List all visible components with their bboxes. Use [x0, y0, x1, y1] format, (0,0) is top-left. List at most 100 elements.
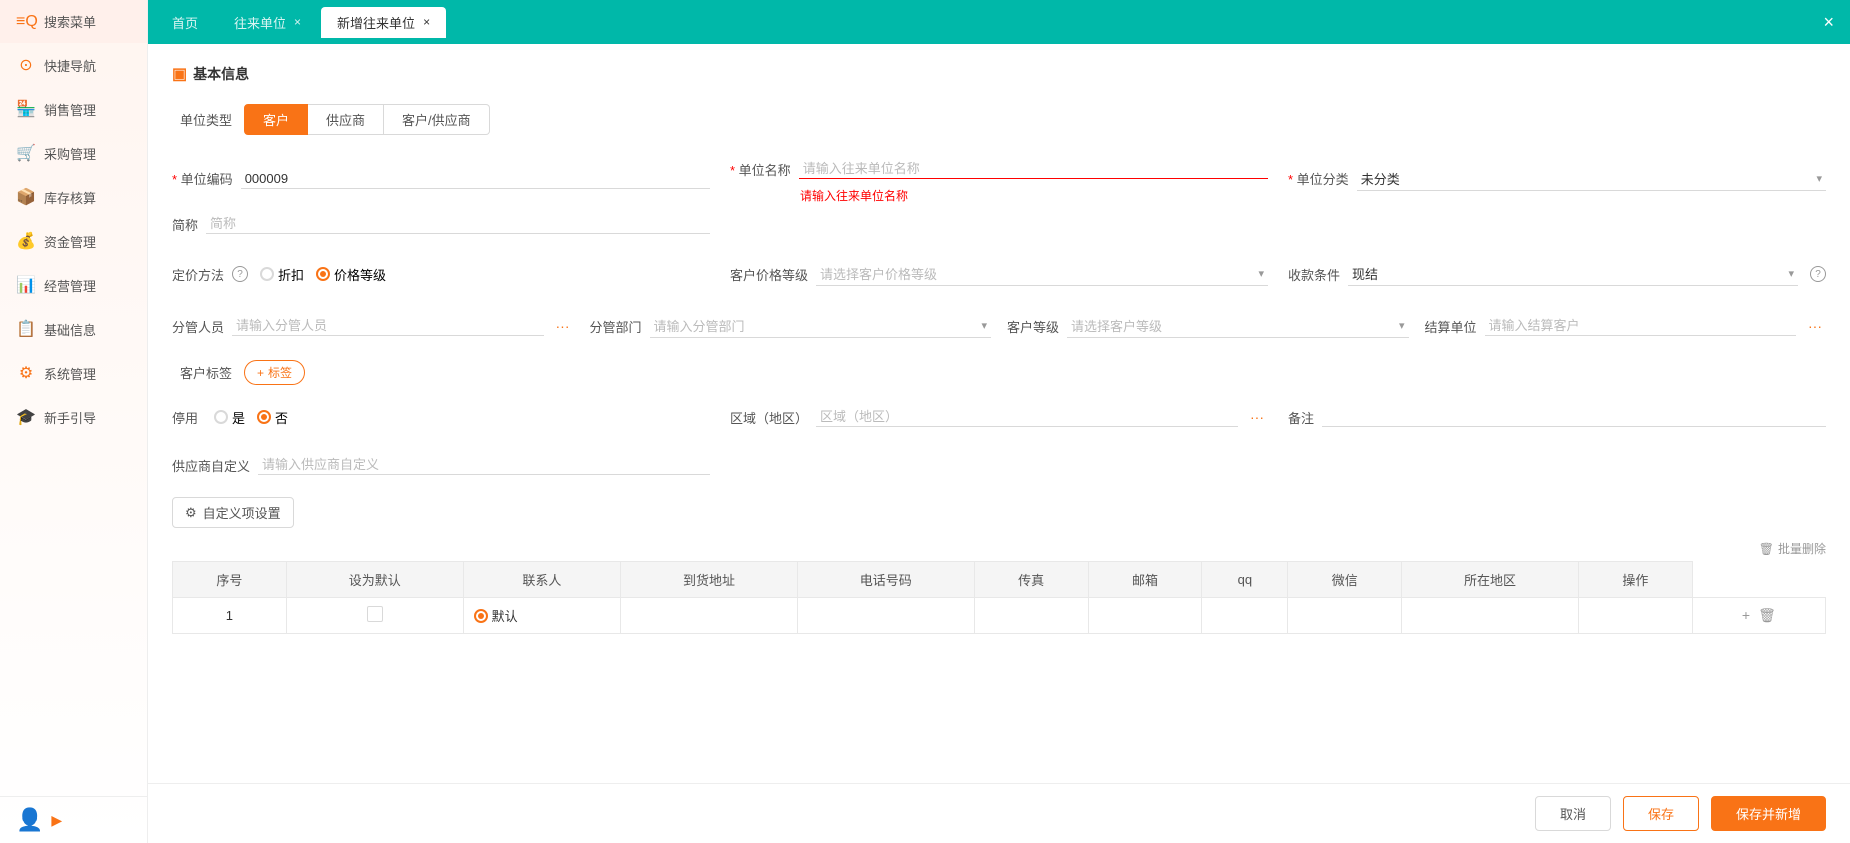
region-input[interactable] — [820, 409, 1234, 424]
disabled-yes-option[interactable]: 是 — [214, 408, 245, 427]
pricing-discount-label: 折扣 — [278, 265, 304, 284]
row-delete-icon[interactable]: 🗑 — [1758, 607, 1776, 624]
department-select[interactable]: 请输入分管部门 ▾ — [650, 314, 991, 338]
unit-code-input[interactable] — [245, 171, 706, 186]
payment-terms-help-icon[interactable]: ? — [1810, 266, 1826, 282]
pricing-pricelevel-option[interactable]: 价格等级 — [316, 265, 386, 284]
tab-partner-list-close[interactable]: × — [294, 15, 301, 29]
row-fax-cell[interactable] — [1088, 598, 1202, 634]
disabled-no-label: 否 — [275, 408, 288, 427]
payment-terms-select[interactable]: 现结 ▾ — [1348, 262, 1798, 286]
col-default: 设为默认 — [286, 562, 463, 598]
unit-name-input[interactable] — [803, 161, 1264, 176]
sidebar-item-sys-mgmt[interactable]: ⚙ 系统管理 — [0, 351, 147, 395]
row-add-icon[interactable]: + — [1742, 607, 1750, 624]
sidebar-item-purchase-mgmt[interactable]: 🛒 采购管理 — [0, 131, 147, 175]
sidebar-item-label: 库存核算 — [44, 188, 96, 207]
form-content: ▣ 基本信息 单位类型 客户 供应商 客户/供应商 单位编码 — [148, 44, 1850, 783]
customer-price-level-field: 客户价格等级 请选择客户价格等级 ▾ — [730, 256, 1268, 292]
base-info-icon: 📋 — [16, 319, 36, 339]
sidebar-item-search-menu[interactable]: ≡Q 搜索菜单 — [0, 0, 147, 43]
col-action: 操作 — [1578, 562, 1692, 598]
row-checkbox[interactable] — [367, 606, 383, 622]
row-default-radio — [474, 609, 488, 623]
department-chevron-icon: ▾ — [981, 319, 987, 332]
sidebar-item-ops-mgmt[interactable]: 📊 经营管理 — [0, 263, 147, 307]
pricing-pricelevel-label: 价格等级 — [334, 265, 386, 284]
sidebar-item-quick-nav[interactable]: ⊙ 快捷导航 — [0, 43, 147, 87]
row-address-cell[interactable] — [797, 598, 974, 634]
settlement-unit-input[interactable] — [1489, 318, 1792, 333]
manager-dots-btn[interactable]: ··· — [552, 318, 574, 334]
tab-bar: 首页 往来单位 × 新增往来单位 × × — [148, 0, 1850, 44]
tab-new-partner-close[interactable]: × — [423, 15, 430, 29]
ops-icon: 📊 — [16, 275, 36, 295]
row-supplier-custom: 供应商自定义 — [172, 449, 1826, 481]
customer-level-field: 客户等级 请选择客户等级 ▾ — [1007, 308, 1409, 344]
gear-icon: ⚙ — [185, 505, 197, 521]
sidebar-item-beginner-guide[interactable]: 🎓 新手引导 — [0, 395, 147, 439]
unit-code-value-wrapper — [241, 169, 710, 189]
search-icon: ≡Q — [16, 13, 36, 31]
add-tag-button[interactable]: + 标签 — [244, 360, 305, 385]
close-all-tabs-button[interactable]: × — [1815, 8, 1842, 37]
unit-type-customer-btn[interactable]: 客户 — [244, 104, 308, 135]
row-default-radio-item[interactable]: 默认 — [474, 606, 610, 625]
disabled-yes-radio — [214, 410, 228, 424]
row-shortname: 简称 — [172, 208, 1826, 240]
purchase-icon: 🛒 — [16, 143, 36, 163]
region-dots-btn[interactable]: ··· — [1246, 409, 1268, 425]
save-new-button[interactable]: 保存并新增 — [1711, 796, 1826, 831]
remark-input[interactable] — [1326, 409, 1822, 424]
unit-type-supplier-btn[interactable]: 供应商 — [308, 104, 384, 135]
pricing-help-icon[interactable]: ? — [232, 266, 248, 282]
manager-input[interactable] — [236, 318, 539, 333]
section-basic-info: ▣ 基本信息 — [172, 64, 1826, 84]
tab-partner-list[interactable]: 往来单位 × — [218, 7, 317, 38]
sidebar-item-inventory[interactable]: 📦 库存核算 — [0, 175, 147, 219]
pricing-discount-option[interactable]: 折扣 — [260, 265, 304, 284]
row-email-cell[interactable] — [1202, 598, 1288, 634]
short-name-input[interactable] — [210, 216, 706, 231]
region-label: 区域（地区） — [730, 408, 808, 427]
unit-name-field: 单位名称 — [730, 153, 1268, 185]
sidebar-item-sales-mgmt[interactable]: 🏪 销售管理 — [0, 87, 147, 131]
finance-icon: 💰 — [16, 231, 36, 251]
customer-price-level-label: 客户价格等级 — [730, 265, 808, 284]
manager-label: 分管人员 — [172, 317, 224, 336]
save-button[interactable]: 保存 — [1623, 796, 1699, 831]
row-contact-cell[interactable] — [621, 598, 798, 634]
row-region-cell[interactable] — [1578, 598, 1692, 634]
col-qq: qq — [1202, 562, 1288, 598]
tab-new-partner-label: 新增往来单位 — [337, 13, 415, 32]
pricing-discount-radio — [260, 267, 274, 281]
customer-level-select[interactable]: 请选择客户等级 ▾ — [1067, 314, 1408, 338]
unit-type-both-btn[interactable]: 客户/供应商 — [384, 104, 490, 135]
row-qq-cell[interactable] — [1288, 598, 1402, 634]
sidebar-item-finance-mgmt[interactable]: 💰 资金管理 — [0, 219, 147, 263]
cancel-button[interactable]: 取消 — [1535, 796, 1611, 831]
settlement-unit-dots-btn[interactable]: ··· — [1804, 318, 1826, 334]
unit-category-select[interactable]: 未分类 ▾ — [1357, 167, 1826, 191]
row-phone-cell[interactable] — [974, 598, 1088, 634]
unit-name-field-wrapper: 单位名称 请输入往来单位名称 — [730, 153, 1268, 204]
pricing-method-field: 定价方法 ? 折扣 价格等级 — [172, 256, 710, 292]
customize-settings-button[interactable]: ⚙ 自定义项设置 — [172, 497, 294, 528]
table-header-row: 序号 设为默认 联系人 到货地址 电话号码 传真 邮箱 qq 微信 所在地区 操… — [173, 562, 1826, 598]
customer-price-level-select[interactable]: 请选择客户价格等级 ▾ — [816, 262, 1268, 286]
department-placeholder: 请输入分管部门 — [654, 316, 982, 335]
row-customer-tag: 客户标签 + 标签 — [172, 360, 1826, 385]
row-action-cell: + 🗑 — [1692, 598, 1825, 634]
tab-new-partner[interactable]: 新增往来单位 × — [321, 7, 446, 38]
supplier-custom-input[interactable] — [262, 457, 706, 472]
batch-delete-label[interactable]: 批量删除 — [1778, 540, 1826, 557]
disabled-no-option[interactable]: 否 — [257, 408, 288, 427]
manager-field: 分管人员 ··· — [172, 308, 574, 344]
payment-terms-field: 收款条件 现结 ▾ ? — [1288, 256, 1826, 292]
row-wechat-cell[interactable] — [1402, 598, 1579, 634]
customer-tag-label: 客户标签 — [172, 363, 232, 382]
supplier-custom-label: 供应商自定义 — [172, 456, 250, 475]
tab-home[interactable]: 首页 — [156, 7, 214, 38]
sidebar-item-base-info[interactable]: 📋 基础信息 — [0, 307, 147, 351]
unit-type-group: 客户 供应商 客户/供应商 — [244, 104, 490, 135]
